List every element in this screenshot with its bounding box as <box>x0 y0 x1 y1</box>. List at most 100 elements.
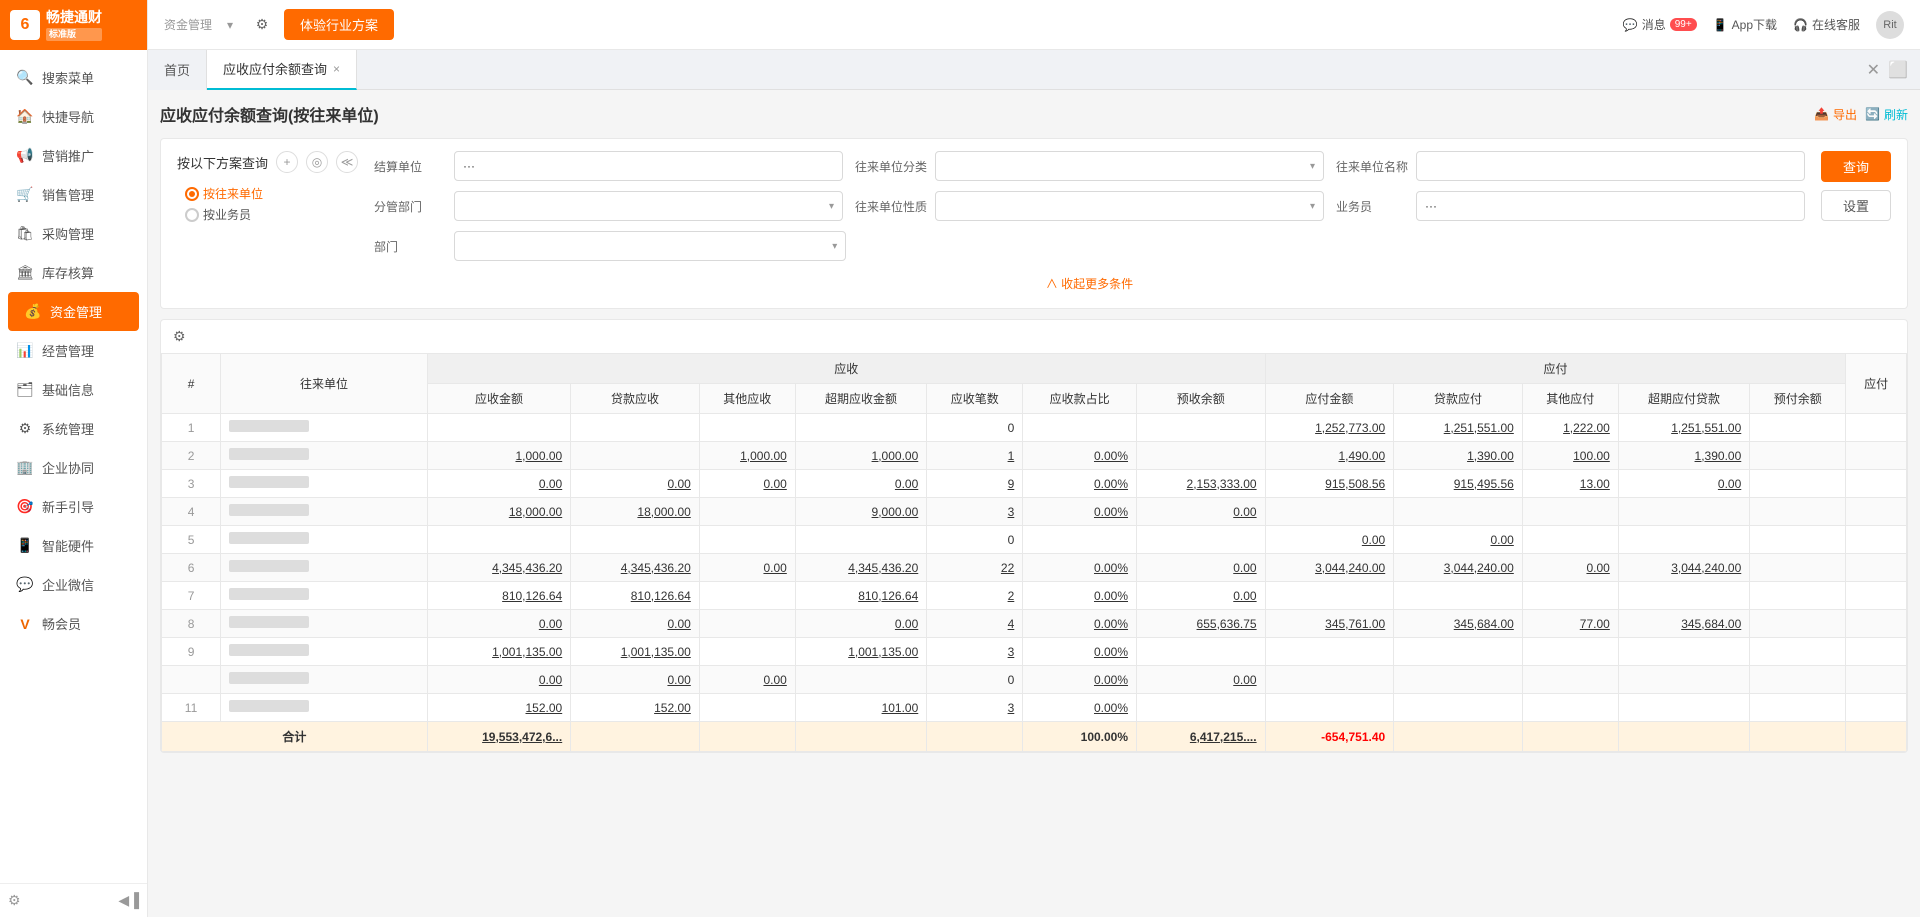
radio-by-salesperson <box>185 208 199 222</box>
cell-ap_other <box>1522 582 1618 610</box>
cta-button[interactable]: 体验行业方案 <box>284 9 394 40</box>
sidebar-item-purchase[interactable]: 🛍 采购管理 <box>0 214 147 253</box>
tab-maximize-btn[interactable]: ⬜ <box>1888 60 1908 80</box>
tab-bar: 首页 应收应付余额查询 × ✕ ⬜ <box>148 50 1920 90</box>
cell-ar_count: 0 <box>927 526 1023 554</box>
sidebar-item-marketing[interactable]: 📢 营销推广 <box>0 136 147 175</box>
cell-ap-prepay <box>1750 638 1846 666</box>
cell-ap_overdue <box>1618 638 1749 666</box>
cell-ar_amount: 1,000.00 <box>427 442 570 470</box>
filter-collapse-more[interactable]: ∧ 收起更多条件 <box>374 271 1805 296</box>
filter-input-company-name[interactable] <box>1416 151 1805 181</box>
cell-ap_loan <box>1394 582 1523 610</box>
cell-ap_loan: 3,044,240.00 <box>1394 554 1523 582</box>
breadcrumb-dropdown-btn[interactable]: ▾ <box>220 15 240 35</box>
set-button[interactable]: 设置 <box>1821 190 1891 221</box>
footer-ap-extra <box>1846 722 1907 752</box>
cell-ar_overdue: 0.00 <box>795 470 926 498</box>
sidebar-item-hardware[interactable]: 📱 智能硬件 <box>0 526 147 565</box>
chevron-down-icon3: ▾ <box>1310 201 1315 212</box>
cell-ap_other: 100.00 <box>1522 442 1618 470</box>
header-settings-btn[interactable]: ⚙ <box>248 11 276 39</box>
sales-icon: 🛒 <box>16 186 34 204</box>
sidebar-item-quick-nav[interactable]: 🏠 快捷导航 <box>0 97 147 136</box>
sidebar-item-operation[interactable]: 📊 经营管理 <box>0 331 147 370</box>
cell-ar_prepay: 0.00 <box>1137 666 1266 694</box>
app-label: App下载 <box>1732 16 1777 33</box>
service-btn[interactable]: 🎧 在线客服 <box>1793 16 1860 33</box>
sidebar-item-search-menu[interactable]: 🔍 搜索菜单 <box>0 58 147 97</box>
filter-target-btn[interactable]: ◎ <box>306 151 328 173</box>
msg-btn[interactable]: 💬 消息 99+ <box>1623 16 1697 33</box>
inventory-icon: 🏛 <box>16 264 34 282</box>
table-header-group: # 往来单位 应收 应付 应付 <box>162 354 1907 384</box>
filter-title: 按以下方案查询 <box>177 153 268 172</box>
filter-collapse-btn[interactable]: ≪ <box>336 151 358 173</box>
cell-ar_count: 1 <box>927 442 1023 470</box>
cell-ap-extra <box>1846 498 1907 526</box>
filter-input-nature[interactable]: ▾ <box>935 191 1324 221</box>
cell-ar_overdue <box>795 526 926 554</box>
app-download-btn[interactable]: 📱 App下载 <box>1713 16 1777 33</box>
cell-ar_prepay <box>1137 442 1266 470</box>
cell-ar_other <box>699 694 795 722</box>
filter-input-salesperson[interactable]: ··· <box>1416 191 1805 221</box>
sidebar-collapse-btn[interactable]: ◀▐ <box>118 892 139 909</box>
wechat-icon: 💬 <box>16 576 34 594</box>
cell-company <box>221 582 428 610</box>
sidebar-label-system: 系统管理 <box>42 419 94 438</box>
filter-group-category: 往来单位分类 ▾ <box>855 151 1324 181</box>
cell-ap_amount: 1,252,773.00 <box>1265 414 1394 442</box>
cell-ap-prepay <box>1750 554 1846 582</box>
cell-ar_overdue: 1,000.00 <box>795 442 926 470</box>
tab-ar-ap[interactable]: 应收应付余额查询 × <box>207 50 357 90</box>
filter-input-department[interactable]: ▾ <box>454 231 846 261</box>
refresh-btn[interactable]: 🔄 刷新 <box>1865 106 1908 123</box>
col-ar-count: 应收笔数 <box>927 384 1023 414</box>
sidebar-item-inventory[interactable]: 🏛 库存核算 <box>0 253 147 292</box>
sidebar-item-sales[interactable]: 🛒 销售管理 <box>0 175 147 214</box>
query-button[interactable]: 查询 <box>1821 151 1891 182</box>
filter-by-salesperson[interactable]: 按业务员 <box>185 206 251 223</box>
tab-close-window-btn[interactable]: ✕ <box>1867 60 1880 80</box>
filter-by-company[interactable]: 按往来单位 <box>185 185 263 202</box>
tab-home[interactable]: 首页 <box>148 50 207 90</box>
sidebar-item-basic[interactable]: 🗂 基础信息 <box>0 370 147 409</box>
cell-ar_prepay <box>1137 638 1266 666</box>
member-icon: V <box>16 615 34 633</box>
sidebar-item-system[interactable]: ⚙ 系统管理 <box>0 409 147 448</box>
export-btn[interactable]: 📤 导出 <box>1814 106 1857 123</box>
sidebar-item-finance[interactable]: 💰 资金管理 <box>8 292 139 331</box>
sidebar-label-member: 畅会员 <box>42 614 81 633</box>
cell-ar_prepay: 0.00 <box>1137 498 1266 526</box>
footer-ap-overdue <box>1618 722 1749 752</box>
col-ar-loan: 贷款应收 <box>571 384 700 414</box>
cell-ar_prepay <box>1137 526 1266 554</box>
avatar[interactable]: Rit <box>1876 11 1904 39</box>
sidebar-settings-btn[interactable]: ⚙ <box>8 892 21 909</box>
sidebar-item-member[interactable]: V 畅会员 <box>0 604 147 643</box>
cell-ar_other: 1,000.00 <box>699 442 795 470</box>
cell-ar_ratio: 0.00% <box>1023 666 1137 694</box>
sidebar-item-corp[interactable]: 🏢 企业协同 <box>0 448 147 487</box>
cell-ap-prepay <box>1750 582 1846 610</box>
sidebar-item-guide[interactable]: 🎯 新手引导 <box>0 487 147 526</box>
cell-ap-extra <box>1846 442 1907 470</box>
cell-ap_amount: 0.00 <box>1265 526 1394 554</box>
cell-ar_overdue: 1,001,135.00 <box>795 638 926 666</box>
sidebar-item-wechat[interactable]: 💬 企业微信 <box>0 565 147 604</box>
filter-add-btn[interactable]: + <box>276 151 298 173</box>
footer-ar-prepay: 6,417,215.... <box>1137 722 1266 752</box>
filter-group-company-name: 往来单位名称 <box>1336 151 1805 181</box>
filter-row-1: 结算单位 ··· 往来单位分类 ▾ <box>374 151 1805 181</box>
cell-ap_other: 1,222.00 <box>1522 414 1618 442</box>
filter-input-settlement[interactable]: ··· <box>454 151 843 181</box>
cell-ap-extra <box>1846 694 1907 722</box>
header-left: 资金管理 ▾ ⚙ 体验行业方案 <box>164 9 394 40</box>
table-settings-icon[interactable]: ⚙ <box>173 328 186 345</box>
tab-close-btn[interactable]: × <box>333 62 340 76</box>
filter-input-dept[interactable]: ▾ <box>454 191 843 221</box>
page-header: 应收应付余额查询(按往来单位) 📤 导出 🔄 刷新 <box>160 102 1908 126</box>
filter-input-category[interactable]: ▾ <box>935 151 1324 181</box>
footer-ar-loan <box>571 722 700 752</box>
